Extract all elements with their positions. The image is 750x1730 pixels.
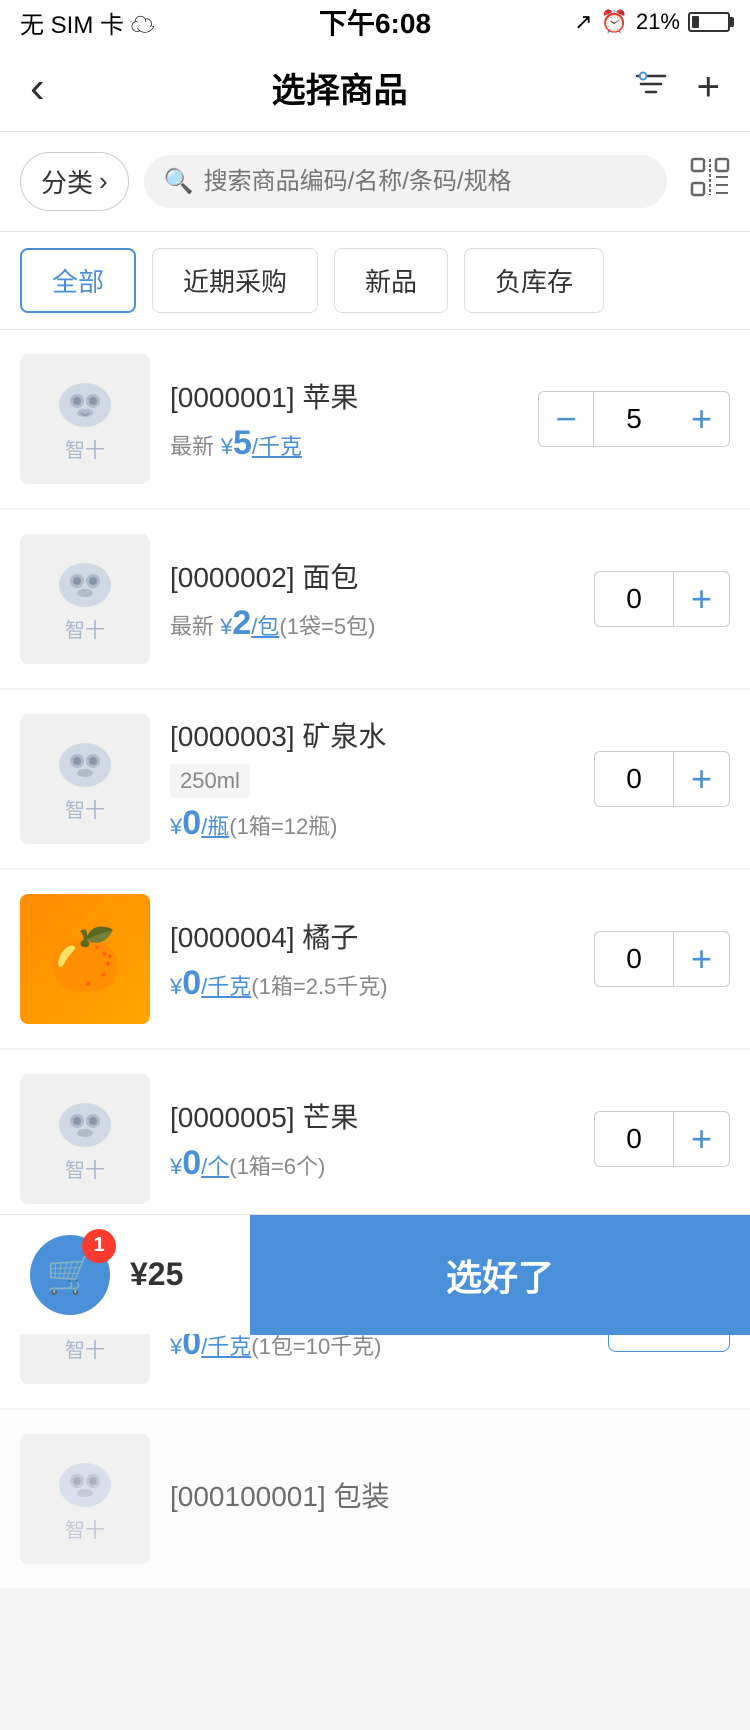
alarm-icon: ⏰ [601,9,628,35]
bottom-bar: 🛒 1 ¥25 选好了 [0,1214,750,1334]
product-name: [0000001] 苹果 [170,376,518,416]
product-image: 智十 [20,1434,150,1564]
scan-icon[interactable] [690,157,730,206]
category-label: 分类 [41,163,93,200]
tab-negative[interactable]: 负库存 [464,248,604,313]
increase-button[interactable]: + [674,931,730,987]
search-icon: 🔍 [164,167,194,196]
back-button[interactable]: ‹ [30,63,45,113]
increase-button[interactable]: + [674,571,730,627]
increase-button[interactable]: + [674,1111,730,1167]
logo-text: 智十 [65,794,105,823]
product-name: [000100001] 包装 [170,1475,730,1515]
location-icon: ↗ [574,9,592,35]
logo-text: 智十 [65,614,105,643]
product-image: 智十 [20,354,150,484]
logo-text: 智十 [65,434,105,463]
status-time: 下午6:08 [319,2,431,42]
battery-icon [688,12,730,32]
confirm-button[interactable]: 选好了 [250,1215,750,1335]
product-name: [0000005] 芒果 [170,1096,574,1136]
filter-search-bar: 分类 › 🔍 [0,132,750,232]
status-bar: 无 SIM 卡 ☁ 下午6:08 ↗ ⏰ 21% [0,0,750,44]
product-price: ¥0/千克(1箱=2.5千克) [170,964,574,1003]
battery-percent: 21% [636,9,680,35]
product-info: [0000004] 橘子 ¥0/千克(1箱=2.5千克) [170,916,574,1003]
list-item: 智十 [000100001] 包装 [0,1410,750,1588]
nav-actions: + [635,65,720,110]
list-item: 智十 [0000005] 芒果 ¥0/个(1箱=6个) + [0,1050,750,1228]
qty-control: + [594,931,730,987]
list-item: 智十 [0000001] 苹果 最新 ¥5/千克 − + [0,330,750,508]
status-left: 无 SIM 卡 ☁ [20,5,155,40]
tab-recent[interactable]: 近期采购 [152,248,318,313]
page-title: 选择商品 [272,63,408,112]
cart-area: 🛒 1 ¥25 [0,1235,250,1315]
qty-input[interactable] [594,751,674,807]
logo-text: 智十 [65,1154,105,1183]
list-item: 智十 [0000003] 矿泉水 250ml ¥0/瓶(1箱=12瓶) + [0,690,750,868]
product-price: ¥0/瓶(1箱=12瓶) [170,804,574,843]
qty-control: + [594,1111,730,1167]
qty-input[interactable] [594,931,674,987]
product-image: 🍊 [20,894,150,1024]
increase-button[interactable]: + [674,751,730,807]
qty-input[interactable] [594,571,674,627]
qty-input[interactable] [594,1111,674,1167]
search-input[interactable] [204,168,647,196]
product-info: [000100001] 包装 [170,1475,730,1523]
product-spec: 250ml [170,764,250,798]
qty-control: + [594,571,730,627]
category-button[interactable]: 分类 › [20,152,129,211]
category-arrow-icon: › [99,166,108,197]
latest-label: 最新 [170,434,214,459]
product-name: [0000004] 橘子 [170,916,574,956]
decrease-button[interactable]: − [538,391,594,447]
sim-status: 无 SIM 卡 ☁ [20,5,155,40]
product-info: [0000002] 面包 最新 ¥2/包(1袋=5包) [170,556,574,643]
status-right: ↗ ⏰ 21% [574,9,730,35]
product-price: ¥0/个(1箱=6个) [170,1144,574,1183]
cart-icon: 🛒 [46,1253,93,1297]
product-image: 智十 [20,714,150,844]
product-info: [0000005] 芒果 ¥0/个(1箱=6个) [170,1096,574,1183]
tab-new[interactable]: 新品 [334,248,448,313]
product-list: 智十 [0000001] 苹果 最新 ¥5/千克 − + [0,330,750,1730]
cart-total: ¥25 [130,1256,183,1293]
filter-icon[interactable] [635,68,667,107]
nav-bar: ‹ 选择商品 + [0,44,750,132]
search-box: 🔍 [144,155,667,208]
product-price: 最新 ¥5/千克 [170,424,518,463]
product-price: 最新 ¥2/包(1袋=5包) [170,604,574,643]
list-item: 智十 [0000002] 面包 最新 ¥2/包(1袋=5包) + [0,510,750,688]
qty-input[interactable] [594,391,674,447]
tab-all[interactable]: 全部 [20,248,136,313]
cart-badge: 1 [82,1229,116,1263]
increase-button[interactable]: + [674,391,730,447]
product-image: 智十 [20,534,150,664]
product-image: 智十 [20,1074,150,1204]
qty-control: + [594,751,730,807]
product-info: [0000001] 苹果 最新 ¥5/千克 [170,376,518,463]
product-name: [0000003] 矿泉水 [170,715,574,755]
product-name: [0000002] 面包 [170,556,574,596]
add-button[interactable]: + [697,65,720,110]
logo-text: 智十 [65,1514,105,1543]
tabs-bar: 全部 近期采购 新品 负库存 [0,232,750,330]
cart-button[interactable]: 🛒 1 [30,1235,110,1315]
list-item: 🍊 [0000004] 橘子 ¥0/千克(1箱=2.5千克) + [0,870,750,1048]
product-info: [0000003] 矿泉水 250ml ¥0/瓶(1箱=12瓶) [170,715,574,843]
logo-text: 智十 [65,1334,105,1363]
qty-control: − + [538,391,730,447]
